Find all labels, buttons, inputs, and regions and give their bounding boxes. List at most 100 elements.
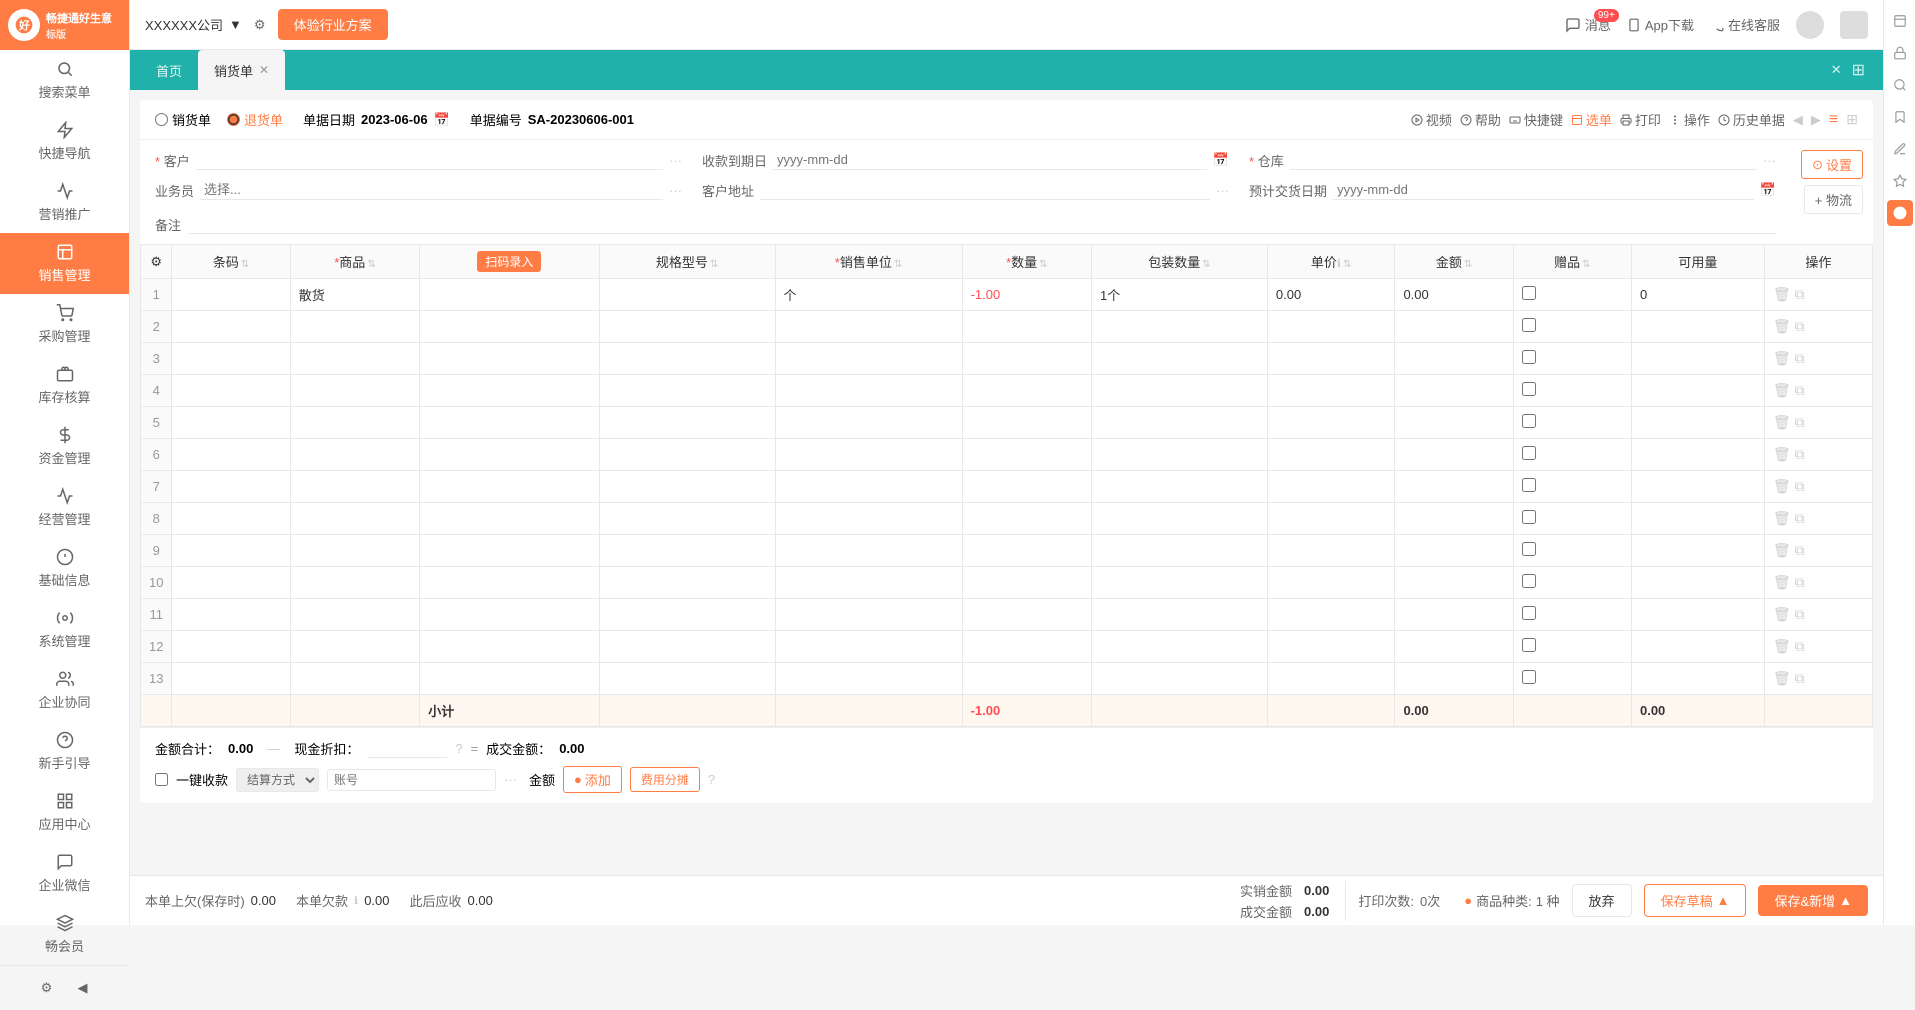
sidebar-item-guide[interactable]: 新手引导 — [0, 721, 129, 782]
delete-icon-10[interactable]: 🗑 — [1773, 574, 1791, 591]
sidebar-collapse-btn[interactable]: ◀ — [69, 974, 97, 1002]
gift-checkbox-10[interactable] — [1522, 574, 1536, 588]
address-dots-btn[interactable]: ··· — [1216, 183, 1229, 198]
gift-checkbox-4[interactable] — [1522, 382, 1536, 396]
radio-return-order[interactable]: 退货单 — [227, 110, 283, 129]
right-panel-btn-7[interactable] — [1887, 200, 1913, 226]
calendar-icon-delivery[interactable]: 📅 — [1760, 182, 1776, 198]
customer-address-input[interactable] — [760, 180, 1210, 200]
expense-btn[interactable]: 费用分摊 — [630, 767, 700, 792]
account-input[interactable] — [327, 769, 496, 791]
help-btn[interactable]: 帮助 — [1460, 110, 1501, 129]
copy-icon-2[interactable]: ⧉ — [1795, 318, 1805, 335]
copy-icon-11[interactable]: ⧉ — [1795, 606, 1805, 623]
one-click-pay-checkbox[interactable] — [155, 773, 168, 786]
right-panel-btn-2[interactable] — [1887, 40, 1913, 66]
right-panel-btn-4[interactable] — [1887, 104, 1913, 130]
tab-grid-view-btn[interactable]: ⊞ — [1852, 60, 1873, 80]
customer-dots-btn[interactable]: ··· — [669, 153, 682, 168]
copy-icon-10[interactable]: ⧉ — [1795, 574, 1805, 591]
gift-checkbox-5[interactable] — [1522, 414, 1536, 428]
gift-checkbox-13[interactable] — [1522, 670, 1536, 684]
gift-checkbox-8[interactable] — [1522, 510, 1536, 524]
sidebar-item-member[interactable]: 畅会员 — [0, 904, 129, 965]
sidebar-item-apps[interactable]: 应用中心 — [0, 782, 129, 843]
right-panel-btn-3[interactable] — [1887, 72, 1913, 98]
trial-btn[interactable]: 体验行业方案 — [278, 9, 388, 40]
copy-icon-3[interactable]: ⧉ — [1795, 350, 1805, 367]
sidebar-item-marketing[interactable]: 营销推广 — [0, 172, 129, 233]
sidebar-settings-btn[interactable]: ⚙ — [33, 974, 61, 1002]
delete-icon-1[interactable]: 🗑 — [1773, 286, 1791, 303]
account-dots-btn[interactable]: ··· — [504, 772, 517, 787]
sidebar-item-search[interactable]: 搜索菜单 — [0, 50, 129, 111]
sidebar-item-purchase[interactable]: 采购管理 — [0, 294, 129, 355]
copy-icon-6[interactable]: ⧉ — [1795, 446, 1805, 463]
save-new-btn[interactable]: 保存&新增 ▲ — [1758, 885, 1868, 916]
discount-input[interactable] — [367, 738, 447, 758]
copy-icon-8[interactable]: ⧉ — [1795, 510, 1805, 527]
tab-close-icon[interactable]: ✕ — [259, 63, 269, 77]
gift-checkbox-1[interactable] — [1522, 286, 1536, 300]
warehouse-input[interactable]: 建材仓 — [1290, 150, 1757, 170]
calendar-icon[interactable]: 📅 — [434, 112, 450, 128]
tab-sales-order[interactable]: 销货单 ✕ — [198, 50, 285, 90]
settings-gear-btn[interactable]: ⚙ — [254, 17, 266, 33]
collection-date-input[interactable] — [773, 150, 1207, 170]
gift-checkbox-12[interactable] — [1522, 638, 1536, 652]
delete-icon-8[interactable]: 🗑 — [1773, 510, 1791, 527]
sidebar-item-base-info[interactable]: 基础信息 — [0, 538, 129, 599]
calendar-icon-collection[interactable]: 📅 — [1213, 152, 1229, 168]
user-avatar[interactable] — [1796, 11, 1824, 39]
company-selector[interactable]: XXXXXX公司 ▼ — [145, 15, 242, 34]
discard-btn[interactable]: 放弃 — [1572, 884, 1632, 917]
logistics-btn[interactable]: + 物流 — [1804, 185, 1863, 214]
operation-btn[interactable]: 操作 — [1669, 110, 1710, 129]
salesperson-dots-btn[interactable]: ··· — [669, 183, 682, 198]
gift-checkbox-11[interactable] — [1522, 606, 1536, 620]
delete-icon-2[interactable]: 🗑 — [1773, 318, 1791, 335]
online-service-btn[interactable]: 在线客服 — [1710, 15, 1780, 34]
copy-icon-12[interactable]: ⧉ — [1795, 638, 1805, 655]
gift-checkbox-3[interactable] — [1522, 350, 1536, 364]
settings-icon[interactable]: ⚙ — [150, 254, 162, 269]
user-info-btn[interactable] — [1840, 11, 1868, 39]
tab-close-all-btn[interactable]: ✕ — [1831, 62, 1852, 78]
delivery-date-input[interactable] — [1333, 180, 1754, 200]
tab-home[interactable]: 首页 — [140, 50, 198, 90]
gift-checkbox-2[interactable] — [1522, 318, 1536, 332]
sidebar-item-sales[interactable]: 销售管理 — [0, 233, 129, 294]
history-btn[interactable]: 历史单据 — [1718, 110, 1785, 129]
warehouse-dots-btn[interactable]: ··· — [1763, 153, 1776, 168]
delete-icon-6[interactable]: 🗑 — [1773, 446, 1791, 463]
video-btn[interactable]: 视频 — [1411, 110, 1452, 129]
delete-icon-11[interactable]: 🗑 — [1773, 606, 1791, 623]
right-panel-btn-6[interactable] — [1887, 168, 1913, 194]
gift-checkbox-6[interactable] — [1522, 446, 1536, 460]
add-payment-btn[interactable]: ● 添加 — [563, 766, 622, 793]
delete-icon-4[interactable]: 🗑 — [1773, 382, 1791, 399]
sidebar-item-inventory[interactable]: 库存核算 — [0, 355, 129, 416]
delete-icon-7[interactable]: 🗑 — [1773, 478, 1791, 495]
salesperson-input[interactable] — [200, 180, 663, 200]
gift-checkbox-7[interactable] — [1522, 478, 1536, 492]
print-btn[interactable]: 打印 — [1620, 110, 1661, 129]
sidebar-item-wechat[interactable]: 企业微信 — [0, 843, 129, 904]
copy-icon-4[interactable]: ⧉ — [1795, 382, 1805, 399]
sidebar-item-cooperation[interactable]: 企业协同 — [0, 660, 129, 721]
list-view-btn[interactable]: ≡ — [1829, 111, 1838, 129]
sidebar-item-finance[interactable]: 资金管理 — [0, 416, 129, 477]
sidebar-item-management[interactable]: 经营管理 — [0, 477, 129, 538]
help-icon[interactable]: ? — [455, 741, 462, 756]
delete-icon-13[interactable]: 🗑 — [1773, 670, 1791, 687]
info-icon-debt[interactable]: ℹ — [354, 894, 358, 907]
sidebar-item-system[interactable]: 系统管理 — [0, 599, 129, 660]
customer-input[interactable] — [196, 150, 663, 170]
delete-icon-9[interactable]: 🗑 — [1773, 542, 1791, 559]
scan-btn[interactable]: 扫码录入 — [477, 251, 541, 272]
settings-btn[interactable]: ⊙ ⊙ 设置 设置 — [1801, 150, 1863, 179]
copy-icon-13[interactable]: ⧉ — [1795, 670, 1805, 687]
sidebar-item-quick-nav[interactable]: 快捷导航 — [0, 111, 129, 172]
next-record-btn[interactable]: ▶ — [1811, 112, 1821, 128]
delete-icon-3[interactable]: 🗑 — [1773, 350, 1791, 367]
